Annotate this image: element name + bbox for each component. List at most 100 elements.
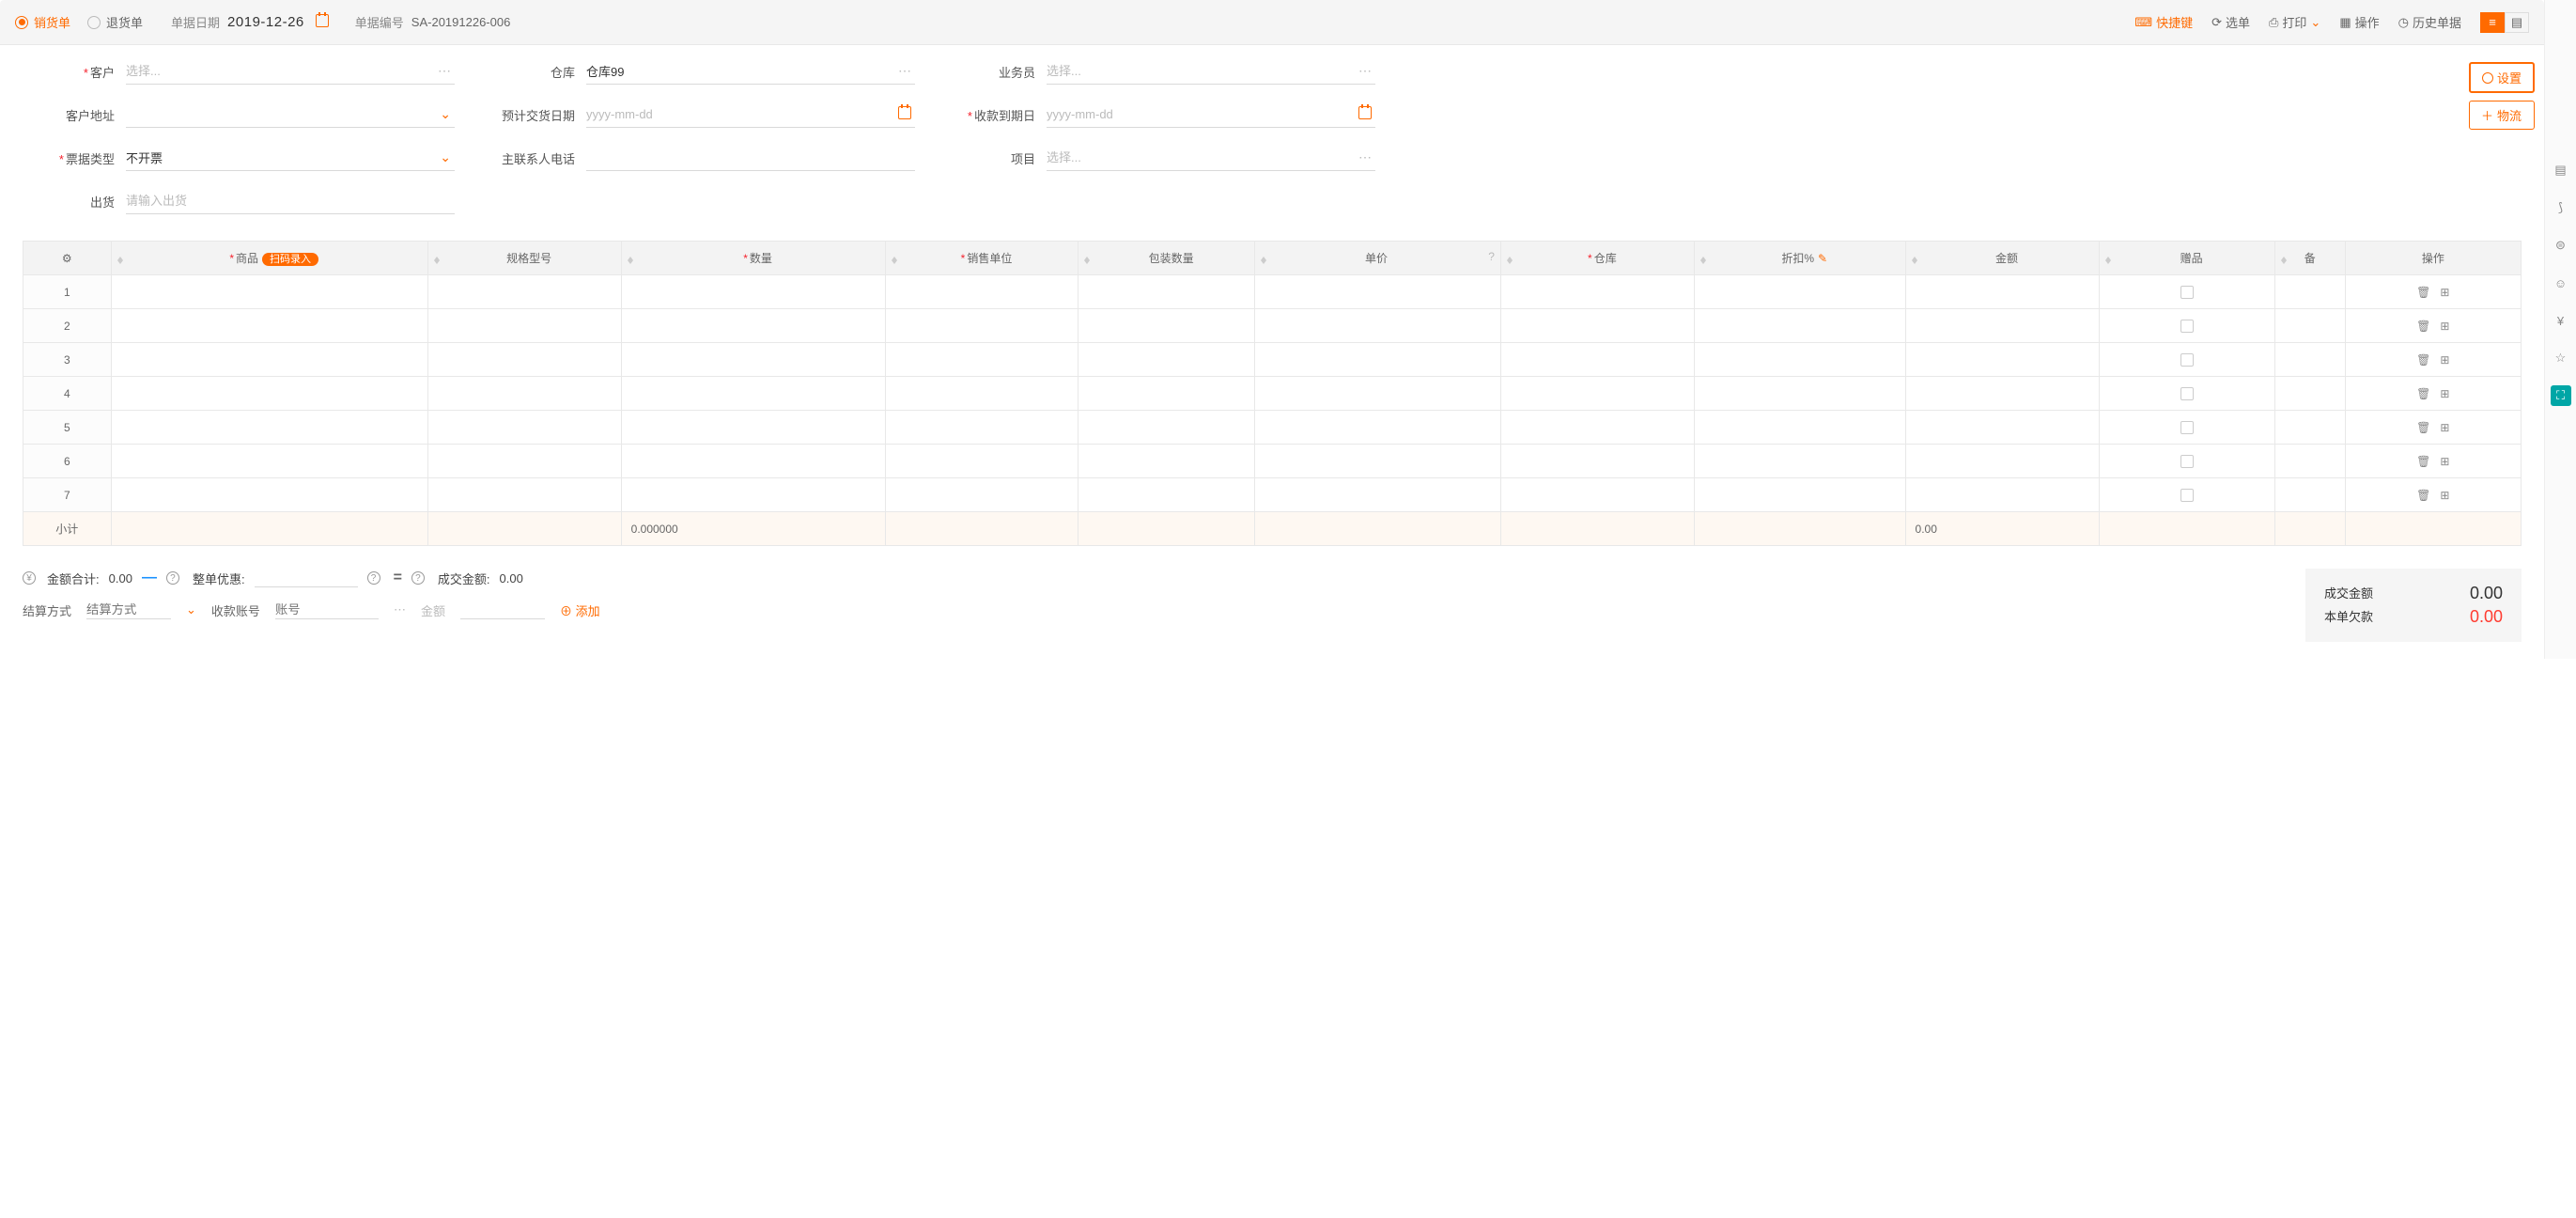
rail-attachment-icon[interactable]: ⟆ — [2551, 197, 2571, 218]
expected-date-input[interactable] — [586, 107, 894, 121]
address-input[interactable] — [126, 107, 436, 121]
col-warehouse[interactable]: *仓库 — [1500, 242, 1694, 275]
col-pack[interactable]: 包装数量 — [1079, 242, 1254, 275]
logistics-button[interactable]: ＋物流 — [2469, 101, 2535, 130]
doc-no-label: 单据编号 — [355, 13, 404, 31]
rail-currency-icon[interactable]: ¥ — [2551, 310, 2571, 331]
add-row-icon[interactable]: ⊞ — [2440, 489, 2449, 502]
edit-icon[interactable]: ✎ — [1818, 252, 1827, 265]
rail-user-icon[interactable]: ☺ — [2551, 273, 2571, 293]
settle-method-input[interactable] — [86, 601, 171, 619]
row-index: 1 — [23, 275, 112, 309]
delete-row-icon[interactable]: 🗑 — [2416, 353, 2430, 367]
table-row[interactable]: 2🗑⊞ — [23, 309, 2522, 343]
gift-checkbox[interactable] — [2180, 353, 2194, 367]
box-deal-label: 成交金额 — [2324, 584, 2373, 603]
more-icon[interactable]: ⋯ — [434, 63, 455, 79]
card-view-button[interactable]: ▤ — [2505, 12, 2529, 33]
col-discount[interactable]: 折扣%✎ — [1694, 242, 1905, 275]
collect-account-input[interactable] — [275, 601, 379, 619]
settle-amount-input[interactable] — [460, 601, 545, 619]
contact-phone-input[interactable] — [586, 150, 915, 164]
radio-icon — [87, 16, 101, 29]
row-index: 5 — [23, 411, 112, 445]
table-row[interactable]: 4🗑⊞ — [23, 377, 2522, 411]
delete-row-icon[interactable]: 🗑 — [2416, 489, 2430, 502]
more-icon[interactable]: ⋯ — [1355, 149, 1375, 165]
chevron-down-icon[interactable]: ⌄ — [436, 106, 455, 122]
order-discount-input[interactable] — [255, 569, 358, 587]
add-row-icon[interactable]: ⊞ — [2440, 320, 2449, 333]
add-row-icon[interactable]: ⊞ — [2440, 353, 2449, 367]
more-icon[interactable]: ⋯ — [1355, 63, 1375, 79]
add-row-icon[interactable]: ⊞ — [2440, 286, 2449, 299]
chevron-down-icon[interactable]: ⌄ — [436, 149, 455, 165]
rail-expand-icon[interactable]: ⛶ — [2551, 385, 2571, 406]
operations-button[interactable]: ▦操作 — [2339, 13, 2379, 31]
help-icon[interactable]: ? — [166, 571, 179, 585]
col-spec[interactable]: 规格型号 — [427, 242, 621, 275]
invoice-type-input[interactable] — [126, 150, 436, 164]
delete-row-icon[interactable]: 🗑 — [2416, 387, 2430, 400]
col-amount[interactable]: 金额 — [1905, 242, 2099, 275]
col-note[interactable]: 备 — [2274, 242, 2345, 275]
print-button[interactable]: ⎙打印⌄ — [2269, 13, 2320, 31]
calendar-icon[interactable] — [894, 106, 915, 122]
delete-row-icon[interactable]: 🗑 — [2416, 320, 2430, 333]
help-icon[interactable]: ? — [1488, 250, 1495, 263]
calendar-icon[interactable] — [1355, 106, 1375, 122]
pick-order-button[interactable]: ⟳选单 — [2211, 13, 2250, 31]
delete-row-icon[interactable]: 🗑 — [2416, 421, 2430, 434]
sales-order-radio[interactable]: 销货单 — [15, 13, 70, 31]
delete-row-icon[interactable]: 🗑 — [2416, 286, 2430, 299]
subtotal-row: 小计 0.000000 0.00 — [23, 512, 2522, 546]
col-unit[interactable]: *销售单位 — [885, 242, 1079, 275]
shipment-input[interactable] — [126, 194, 455, 208]
delete-row-icon[interactable]: 🗑 — [2416, 455, 2430, 468]
history-button[interactable]: ◷历史单据 — [2398, 13, 2461, 31]
table-row[interactable]: 5 🗑 ⊞ — [23, 411, 2522, 445]
col-product[interactable]: *商品扫码录入 — [111, 242, 427, 275]
gift-checkbox[interactable] — [2180, 489, 2194, 502]
add-row-icon[interactable]: ⊞ — [2440, 455, 2449, 468]
doc-date-value[interactable]: 2019-12-26 — [227, 14, 304, 30]
col-qty[interactable]: *数量 — [621, 242, 885, 275]
warehouse-input[interactable] — [586, 64, 894, 78]
gift-checkbox[interactable] — [2180, 387, 2194, 400]
add-settlement-button[interactable]: ⊕ 添加 — [560, 601, 600, 619]
col-price[interactable]: 单价? — [1254, 242, 1500, 275]
return-order-radio[interactable]: 退货单 — [87, 13, 143, 31]
add-row-icon[interactable]: ⊞ — [2440, 387, 2449, 400]
project-input[interactable] — [1047, 150, 1355, 164]
gift-checkbox[interactable] — [2180, 286, 2194, 299]
list-view-button[interactable]: ≡ — [2480, 12, 2505, 33]
calendar-icon[interactable] — [312, 14, 333, 30]
add-row-icon[interactable]: ⊞ — [2440, 421, 2449, 434]
due-date-input[interactable] — [1047, 107, 1355, 121]
help-icon[interactable]: ? — [411, 571, 425, 585]
invoice-type-field: *票据类型 ⌄ — [23, 145, 455, 171]
table-row[interactable]: 6🗑⊞ — [23, 445, 2522, 478]
scan-entry-tag[interactable]: 扫码录入 — [262, 253, 318, 266]
rail-money-icon[interactable]: ⊜ — [2551, 235, 2571, 256]
order-type-radio-group: 销货单 退货单 — [15, 13, 143, 31]
rail-note-icon[interactable]: ▤ — [2551, 160, 2571, 180]
hotkey-button[interactable]: ⌨快捷键 — [2134, 13, 2193, 31]
settings-button[interactable]: 设置 — [2469, 62, 2535, 93]
gift-checkbox[interactable] — [2180, 320, 2194, 333]
gift-checkbox[interactable] — [2180, 421, 2194, 434]
salesman-input[interactable] — [1047, 64, 1355, 78]
col-settings[interactable]: ⚙ — [23, 242, 112, 275]
more-icon[interactable]: ⋯ — [394, 602, 406, 617]
gift-checkbox[interactable] — [2180, 455, 2194, 468]
table-row[interactable]: 1 🗑 ⊞ — [23, 275, 2522, 309]
table-row[interactable]: 7🗑⊞ — [23, 478, 2522, 512]
gear-icon — [2482, 72, 2493, 84]
customer-input[interactable] — [126, 64, 434, 78]
col-gift[interactable]: 赠品 — [2099, 242, 2274, 275]
more-icon[interactable]: ⋯ — [894, 63, 915, 79]
help-icon[interactable]: ? — [367, 571, 380, 585]
table-row[interactable]: 3🗑⊞ — [23, 343, 2522, 377]
rail-star-icon[interactable]: ☆ — [2551, 348, 2571, 368]
chevron-down-icon[interactable]: ⌄ — [186, 602, 196, 617]
